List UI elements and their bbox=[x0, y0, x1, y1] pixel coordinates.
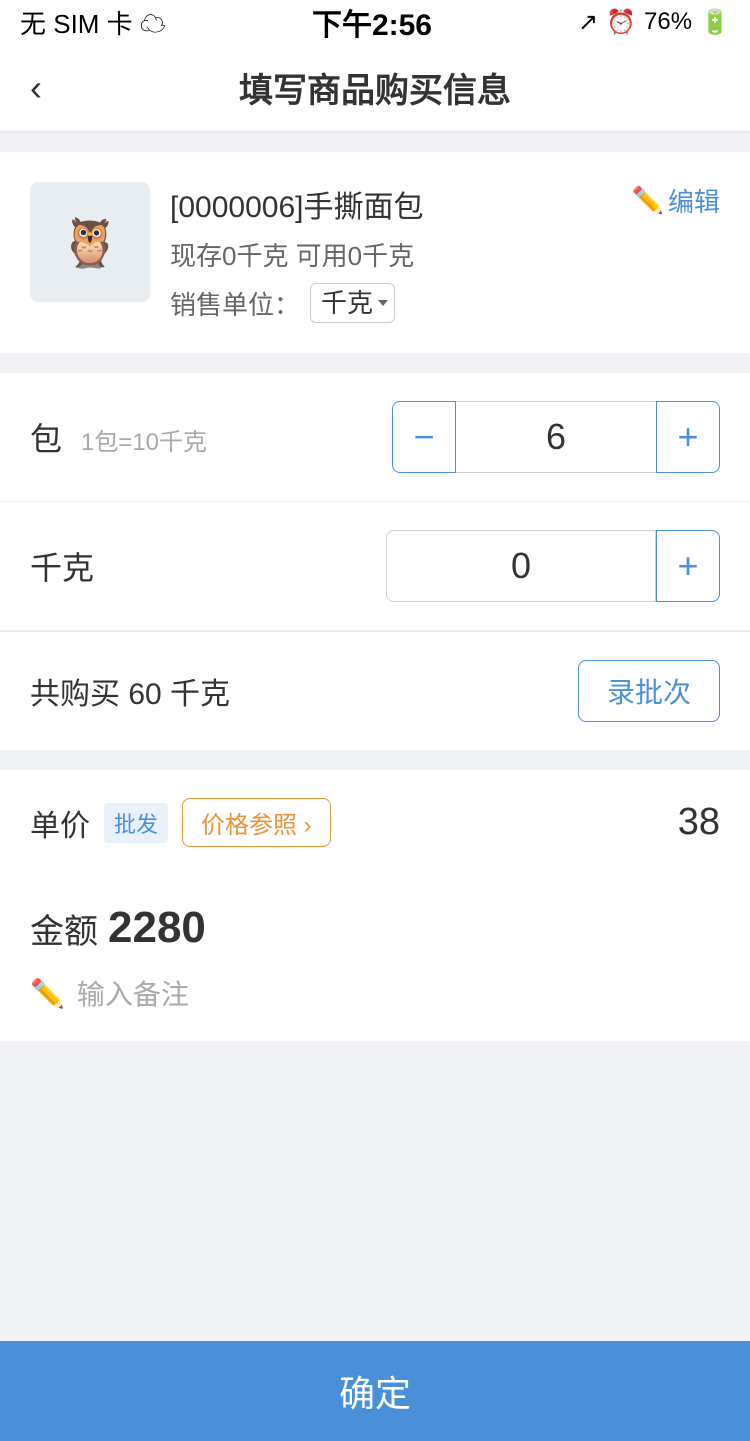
quantity-row-kg: 千克 + bbox=[0, 502, 750, 631]
product-thumb-icon: 🦉 bbox=[60, 214, 120, 271]
quantity-hint-bao: 1包=10千克 bbox=[81, 429, 207, 456]
edit-icon: ✏️ bbox=[632, 185, 664, 216]
amount-row: 金额 2280 bbox=[30, 903, 720, 953]
minus-button-bao[interactable]: − bbox=[392, 401, 456, 473]
product-card: 🦉 [0000006]手撕面包 现存0千克 可用0千克 销售单位： 千克 ✏️ … bbox=[0, 152, 750, 353]
page-title: 填写商品购买信息 bbox=[239, 63, 511, 112]
remark-row[interactable]: ✏️ 输入备注 bbox=[30, 973, 720, 1013]
confirm-bar[interactable]: 确定 bbox=[0, 1341, 750, 1441]
product-stock: 现存0千克 可用0千克 bbox=[170, 236, 612, 273]
batch-button[interactable]: 录批次 bbox=[578, 660, 720, 722]
product-name: [0000006]手撕面包 bbox=[170, 182, 612, 226]
location-icon: ↗ bbox=[578, 8, 598, 37]
summary-row: 共购买 60 千克 录批次 bbox=[0, 631, 750, 750]
alarm-icon: ⏰ bbox=[606, 8, 636, 37]
product-info: [0000006]手撕面包 现存0千克 可用0千克 销售单位： 千克 bbox=[170, 182, 612, 323]
remark-icon: ✏️ bbox=[30, 977, 65, 1010]
status-bar: 无 SIM 卡 ☁ 下午2:56 ↗ ⏰ 76% 🔋 bbox=[0, 0, 750, 44]
battery-text: 76% bbox=[644, 8, 692, 36]
price-ref-button[interactable]: 价格参照 › bbox=[182, 798, 331, 847]
price-label-group: 单价 批发 价格参照 › bbox=[30, 798, 331, 847]
summary-text: 共购买 60 千克 bbox=[30, 669, 230, 713]
price-label: 单价 bbox=[30, 801, 90, 845]
plus-button-bao[interactable]: + bbox=[656, 401, 720, 473]
price-batch-tag: 批发 bbox=[104, 803, 168, 843]
back-button[interactable]: ‹ bbox=[30, 67, 42, 109]
quantity-control-bao: − + bbox=[392, 401, 720, 473]
price-row: 单价 批发 价格参照 › 38 bbox=[30, 798, 720, 847]
status-left: 无 SIM 卡 ☁ bbox=[20, 4, 166, 41]
price-value: 38 bbox=[678, 801, 720, 844]
unit-label: 销售单位： bbox=[170, 285, 300, 322]
status-time: 下午2:56 bbox=[312, 0, 432, 44]
plus-button-kg[interactable]: + bbox=[656, 530, 720, 602]
amount-label: 金额 bbox=[30, 904, 98, 953]
amount-value: 2280 bbox=[108, 903, 206, 953]
price-section: 单价 批发 价格参照 › 38 bbox=[0, 770, 750, 875]
unit-select[interactable]: 千克 bbox=[310, 283, 395, 323]
edit-button[interactable]: ✏️ 编辑 bbox=[632, 182, 720, 219]
product-thumbnail: 🦉 bbox=[30, 182, 150, 302]
nav-bar: ‹ 填写商品购买信息 bbox=[0, 44, 750, 132]
product-unit-row: 销售单位： 千克 bbox=[170, 283, 612, 323]
battery-icon: 🔋 bbox=[700, 8, 730, 37]
edit-label: 编辑 bbox=[668, 182, 720, 219]
remark-placeholder: 输入备注 bbox=[77, 973, 189, 1013]
quantity-label-kg: 千克 bbox=[30, 543, 386, 589]
confirm-label: 确定 bbox=[339, 1365, 411, 1417]
quantity-control-kg: + bbox=[386, 530, 720, 602]
quantity-input-bao[interactable] bbox=[456, 401, 656, 473]
quantity-row-bao: 包 1包=10千克 − + bbox=[0, 373, 750, 502]
quantity-label-bao: 包 1包=10千克 bbox=[30, 414, 392, 460]
amount-section: 金额 2280 ✏️ 输入备注 bbox=[0, 875, 750, 1041]
quantity-section: 包 1包=10千克 − + 千克 + bbox=[0, 373, 750, 631]
gray-area bbox=[0, 1041, 750, 1341]
status-right: ↗ ⏰ 76% 🔋 bbox=[578, 8, 730, 37]
quantity-input-kg[interactable] bbox=[386, 530, 656, 602]
